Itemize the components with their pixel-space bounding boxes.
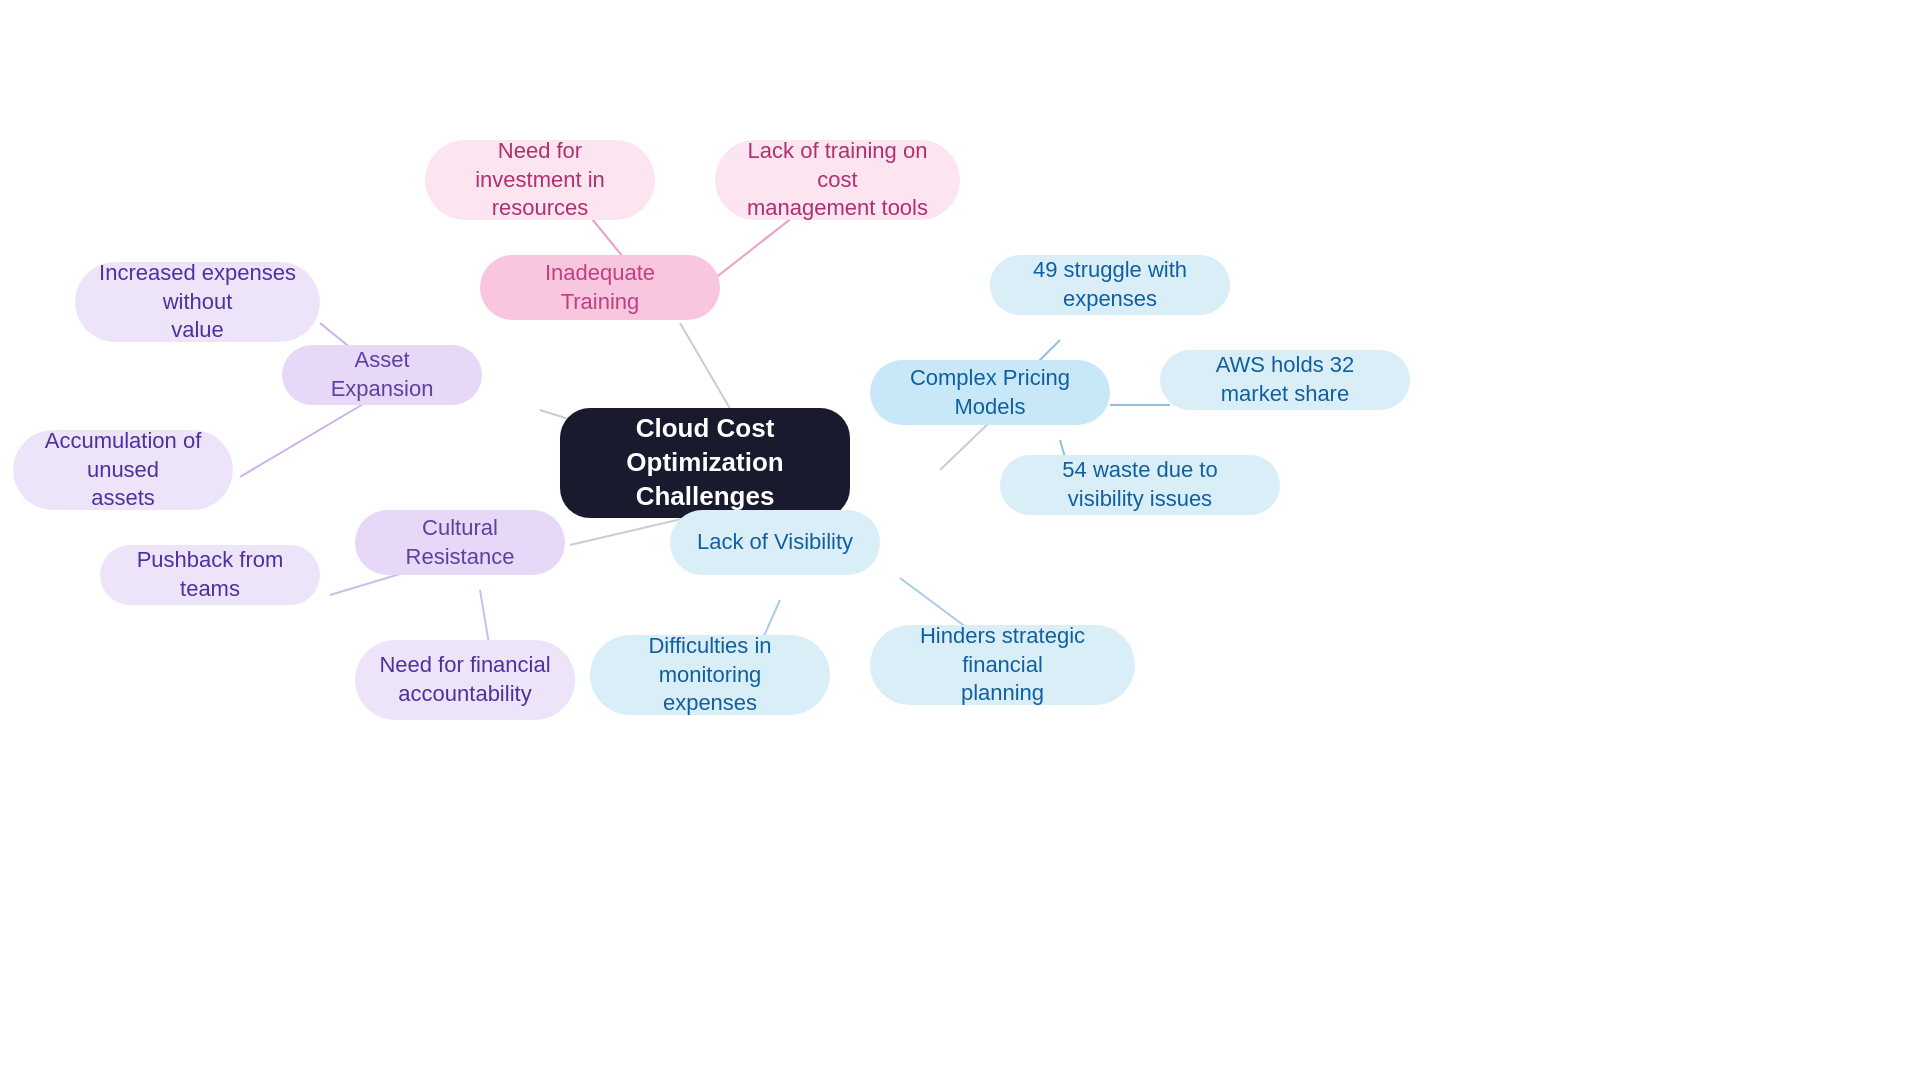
center-label: Cloud Cost Optimization Challenges bbox=[584, 412, 826, 513]
aws-market-node: AWS holds 32 market share bbox=[1160, 350, 1410, 410]
svg-line-12 bbox=[940, 422, 990, 470]
lack-training-tools-label: Lack of training on cost management tool… bbox=[739, 137, 936, 223]
lack-visibility-label: Lack of Visibility bbox=[697, 528, 853, 557]
waste-visibility-node: 54 waste due to visibility issues bbox=[1000, 455, 1280, 515]
increased-expenses-label: Increased expenses without value bbox=[99, 259, 296, 345]
increased-expenses-node: Increased expenses without value bbox=[75, 262, 320, 342]
need-financial-node: Need for financial accountability bbox=[355, 640, 575, 720]
inadequate-training-label: Inadequate Training bbox=[504, 259, 696, 316]
struggle-expenses-node: 49 struggle with expenses bbox=[990, 255, 1230, 315]
hinders-planning-node: Hinders strategic financial planning bbox=[870, 625, 1135, 705]
complex-pricing-label: Complex Pricing Models bbox=[894, 364, 1086, 421]
need-investment-label: Need for investment in resources bbox=[449, 137, 631, 223]
pushback-teams-label: Pushback from teams bbox=[124, 546, 296, 603]
inadequate-training-node: Inadequate Training bbox=[480, 255, 720, 320]
accumulation-unused-node: Accumulation of unused assets bbox=[13, 430, 233, 510]
struggle-expenses-label: 49 struggle with expenses bbox=[1014, 256, 1206, 313]
need-financial-label: Need for financial accountability bbox=[379, 651, 550, 708]
asset-expansion-node: Asset Expansion bbox=[282, 345, 482, 405]
need-investment-node: Need for investment in resources bbox=[425, 140, 655, 220]
cultural-resistance-node: Cultural Resistance bbox=[355, 510, 565, 575]
pushback-teams-node: Pushback from teams bbox=[100, 545, 320, 605]
waste-visibility-label: 54 waste due to visibility issues bbox=[1024, 456, 1256, 513]
lack-training-tools-node: Lack of training on cost management tool… bbox=[715, 140, 960, 220]
center-node: Cloud Cost Optimization Challenges bbox=[560, 408, 850, 518]
lack-visibility-node: Lack of Visibility bbox=[670, 510, 880, 575]
complex-pricing-node: Complex Pricing Models bbox=[870, 360, 1110, 425]
svg-line-5 bbox=[240, 400, 370, 477]
cultural-resistance-label: Cultural Resistance bbox=[379, 514, 541, 571]
aws-market-label: AWS holds 32 market share bbox=[1184, 351, 1386, 408]
asset-expansion-label: Asset Expansion bbox=[306, 346, 458, 403]
accumulation-unused-label: Accumulation of unused assets bbox=[37, 427, 209, 513]
difficulties-monitoring-label: Difficulties in monitoring expenses bbox=[614, 632, 806, 718]
hinders-planning-label: Hinders strategic financial planning bbox=[894, 622, 1111, 708]
difficulties-monitoring-node: Difficulties in monitoring expenses bbox=[590, 635, 830, 715]
